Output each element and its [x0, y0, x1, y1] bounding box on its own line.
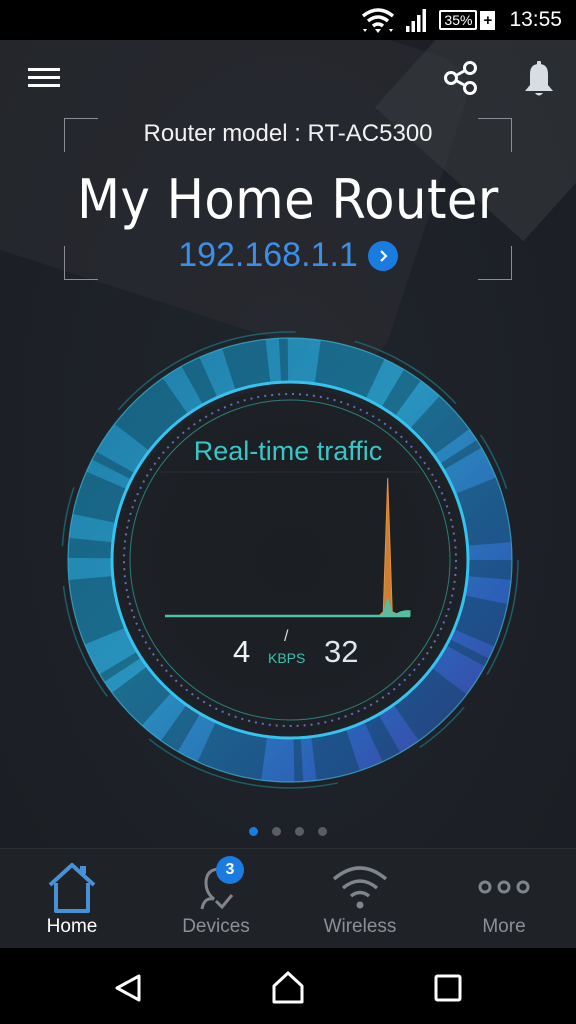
router-model-label: Router model : RT-AC5300: [143, 120, 433, 147]
bottom-tab-bar: Home Devices Wireless More: [0, 848, 576, 948]
upload-speed: 4: [233, 634, 251, 669]
clock: 13:55: [509, 8, 562, 31]
page-dot[interactable]: [318, 827, 327, 836]
home-icon[interactable]: [268, 968, 308, 1008]
charging-icon: +: [480, 10, 496, 30]
ip-address-link[interactable]: 192.168.1.1: [178, 236, 358, 275]
tab-home[interactable]: Home: [0, 849, 144, 948]
recents-icon[interactable]: [428, 968, 468, 1008]
router-name[interactable]: My Home Router: [23, 168, 553, 231]
page-indicator: [0, 827, 576, 836]
wifi-icon: [332, 866, 388, 909]
series-download-area: [165, 477, 411, 617]
chevron-right-icon[interactable]: [367, 240, 398, 271]
system-navigation-bar: [0, 948, 576, 1024]
status-bar: 35% + 13:55: [0, 0, 576, 40]
tab-label: Home: [46, 916, 98, 937]
back-icon[interactable]: [110, 968, 150, 1008]
ip-address-row[interactable]: 192.168.1.1: [0, 236, 576, 275]
home-icon: [48, 863, 96, 913]
speed-separator: /: [284, 628, 289, 645]
bell-icon[interactable]: [522, 60, 556, 98]
page-dot[interactable]: [249, 827, 258, 836]
cell-signal-icon: [406, 9, 427, 32]
tab-label: Devices: [182, 916, 250, 937]
series-upload-area: [165, 597, 411, 617]
wifi-icon: [362, 8, 395, 33]
tab-wireless[interactable]: Wireless: [288, 849, 432, 948]
download-speed: 32: [324, 634, 359, 669]
hamburger-menu-icon[interactable]: [28, 68, 60, 92]
devices-count-badge: 3: [216, 856, 244, 884]
page-dot[interactable]: [295, 827, 304, 836]
tab-label: Wireless: [323, 916, 397, 937]
app-screen: Router model : RT-AC5300 My Home Router …: [0, 40, 576, 948]
battery-indicator: 35% +: [439, 10, 496, 30]
tab-label: More: [482, 916, 526, 937]
traffic-title: Real-time traffic: [193, 436, 383, 466]
battery-level: 35%: [439, 10, 478, 30]
speed-readout: 4 / KBPS 32: [0, 628, 576, 682]
share-icon[interactable]: [443, 60, 479, 96]
traffic-chart[interactable]: [160, 470, 420, 630]
tab-more[interactable]: More: [432, 849, 576, 948]
page-dot[interactable]: [272, 827, 281, 836]
more-icon: [478, 880, 530, 894]
speed-unit: KBPS: [268, 650, 306, 666]
